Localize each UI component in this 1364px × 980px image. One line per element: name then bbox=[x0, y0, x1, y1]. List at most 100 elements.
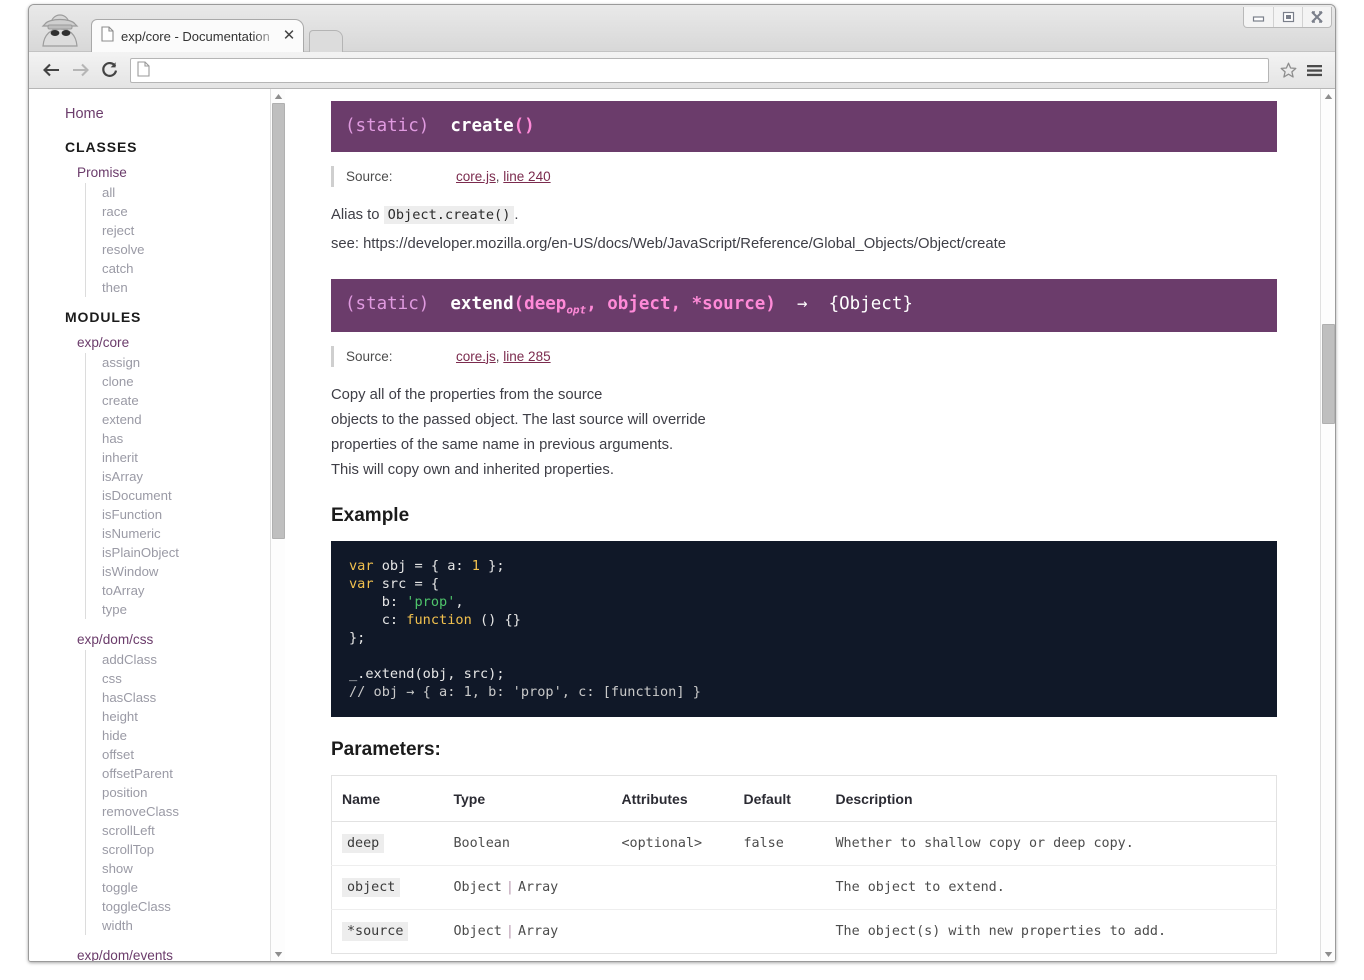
param-type-cell: Object | Array bbox=[443, 865, 612, 910]
sidebar-item-resolve[interactable]: resolve bbox=[86, 240, 279, 259]
sidebar-item-assign[interactable]: assign bbox=[86, 353, 279, 372]
param-type-primary: Boolean bbox=[453, 835, 510, 851]
back-button[interactable] bbox=[37, 56, 66, 84]
param-description-cell: The object(s) with new properties to add… bbox=[835, 923, 1167, 939]
extend-source-file-link[interactable]: core.js bbox=[456, 349, 496, 364]
sidebar-item-clone[interactable]: clone bbox=[86, 372, 279, 391]
create-alias-prefix: Alias to bbox=[331, 207, 380, 223]
sidebar-item-scrollleft[interactable]: scrollLeft bbox=[86, 821, 279, 840]
bookmark-star-icon[interactable] bbox=[1275, 57, 1301, 83]
create-source-label: Source: bbox=[346, 169, 393, 184]
sidebar-scroll-up-icon[interactable] bbox=[271, 89, 285, 103]
sidebar-item-toggleclass[interactable]: toggleClass bbox=[86, 897, 279, 916]
list-item: catch bbox=[86, 259, 279, 278]
tab-close-icon[interactable]: ✕ bbox=[281, 28, 297, 44]
sidebar-item-toarray[interactable]: toArray bbox=[86, 581, 279, 600]
list-item: isPlainObject bbox=[86, 543, 279, 562]
sidebar-item-isarray[interactable]: isArray bbox=[86, 467, 279, 486]
sidebar-item-home[interactable]: Home bbox=[65, 106, 104, 122]
description-line: properties of the same name in previous … bbox=[331, 436, 674, 453]
list-item: all bbox=[86, 183, 279, 202]
list-item: position bbox=[86, 783, 279, 802]
list-item: isDocument bbox=[86, 486, 279, 505]
sidebar-group-title-exp-core[interactable]: exp/core bbox=[77, 335, 129, 350]
parameters-table: Name Type Attributes Default Description dee… bbox=[331, 774, 1277, 954]
create-source-line-link[interactable]: line 240 bbox=[503, 169, 550, 184]
sidebar-item-toggle[interactable]: toggle bbox=[86, 878, 279, 897]
param-description-cell: The object to extend. bbox=[825, 865, 1277, 910]
create-alias-paragraph: Alias to Object.create(). bbox=[331, 203, 1277, 228]
sidebar-group-title-Promise[interactable]: Promise bbox=[77, 165, 127, 180]
extend-source-line-link[interactable]: line 285 bbox=[503, 349, 550, 364]
extend-function-name: extend bbox=[450, 294, 514, 314]
example-code-block: var obj = { a: 1 }; var src = { b: 'prop… bbox=[331, 540, 1277, 717]
page-scroll-thumb[interactable] bbox=[1322, 324, 1335, 424]
create-source-file-link[interactable]: core.js bbox=[456, 169, 496, 184]
sidebar-item-scrolltop[interactable]: scrollTop bbox=[86, 840, 279, 859]
hamburger-menu-icon[interactable] bbox=[1301, 57, 1327, 83]
sidebar-item-extend[interactable]: extend bbox=[86, 410, 279, 429]
page-scroll-down-icon[interactable] bbox=[1321, 947, 1335, 961]
parameters-table-body: deep Boolean <optional> false Whether to sha… bbox=[331, 821, 1277, 953]
list-item: height bbox=[86, 707, 279, 726]
minimize-button[interactable] bbox=[1244, 7, 1273, 27]
sidebar-item-removeclass[interactable]: removeClass bbox=[86, 802, 279, 821]
param-type-secondary: Array bbox=[517, 879, 559, 895]
address-bar[interactable] bbox=[130, 57, 1269, 83]
sidebar-item-race[interactable]: race bbox=[86, 202, 279, 221]
param-default-cell bbox=[734, 909, 826, 953]
extend-param-object: object bbox=[607, 294, 671, 314]
list-item: then bbox=[86, 278, 279, 297]
sidebar-scroll-down-icon[interactable] bbox=[271, 947, 285, 961]
sidebar-scroll-thumb[interactable] bbox=[272, 103, 285, 539]
list-item: toggle bbox=[86, 878, 279, 897]
maximize-button[interactable] bbox=[1273, 7, 1302, 27]
extend-comma-1: , bbox=[586, 294, 608, 314]
sidebar-heading-classes: CLASSES bbox=[65, 139, 138, 155]
sidebar-item-has[interactable]: has bbox=[86, 429, 279, 448]
sidebar-item-catch[interactable]: catch bbox=[86, 259, 279, 278]
list-item: isArray bbox=[86, 467, 279, 486]
close-button[interactable] bbox=[1302, 7, 1331, 27]
sidebar-item-hide[interactable]: hide bbox=[86, 726, 279, 745]
forward-button[interactable] bbox=[66, 56, 95, 84]
sidebar-item-create[interactable]: create bbox=[86, 391, 279, 410]
sidebar-item-isfunction[interactable]: isFunction bbox=[86, 505, 279, 524]
new-tab-button[interactable] bbox=[309, 30, 343, 52]
page-scroll-up-icon[interactable] bbox=[1321, 89, 1335, 103]
sidebar-item-isdocument[interactable]: isDocument bbox=[86, 486, 279, 505]
sidebar-item-isplainobject[interactable]: isPlainObject bbox=[86, 543, 279, 562]
reload-button[interactable] bbox=[95, 56, 124, 84]
sidebar-item-height[interactable]: height bbox=[86, 707, 279, 726]
extend-open-paren: ( bbox=[513, 294, 525, 314]
sidebar-item-css[interactable]: css bbox=[86, 669, 279, 688]
list-item: type bbox=[86, 600, 279, 619]
sidebar-item-isnumeric[interactable]: isNumeric bbox=[86, 524, 279, 543]
browser-toolbar bbox=[29, 52, 1335, 89]
param-type-primary: Object bbox=[453, 923, 502, 939]
sidebar-item-offsetparent[interactable]: offsetParent bbox=[86, 764, 279, 783]
sidebar-item-reject[interactable]: reject bbox=[86, 221, 279, 240]
sidebar-item-type[interactable]: type bbox=[86, 600, 279, 619]
browser-tab[interactable]: exp/core - Documentation ✕ bbox=[91, 19, 304, 52]
list-item: offset bbox=[86, 745, 279, 764]
incognito-avatar-icon[interactable] bbox=[35, 10, 85, 50]
sidebar-item-show[interactable]: show bbox=[86, 859, 279, 878]
sidebar-scrollbar[interactable] bbox=[270, 89, 285, 961]
sidebar-item-offset[interactable]: offset bbox=[86, 745, 279, 764]
sidebar-item-hasclass[interactable]: hasClass bbox=[86, 688, 279, 707]
sidebar-item-addclass[interactable]: addClass bbox=[86, 650, 279, 669]
sidebar-item-all[interactable]: all bbox=[86, 183, 279, 202]
page-scrollbar[interactable] bbox=[1320, 89, 1335, 961]
create-source-line: Source: core.js, line 240 bbox=[331, 166, 1277, 187]
sidebar-group-title-exp-dom-css[interactable]: exp/dom/css bbox=[77, 632, 153, 647]
sidebar-group: Promise all race reject resolve catch then bbox=[65, 164, 279, 297]
sidebar-item-then[interactable]: then bbox=[86, 278, 279, 297]
sidebar-item-iswindow[interactable]: isWindow bbox=[86, 562, 279, 581]
sidebar-item-position[interactable]: position bbox=[86, 783, 279, 802]
sidebar-item-inherit[interactable]: inherit bbox=[86, 448, 279, 467]
sidebar-item-width[interactable]: width bbox=[86, 916, 279, 935]
sidebar-group-title-exp-dom-events[interactable]: exp/dom/events bbox=[77, 948, 173, 961]
extend-param-deep: deep bbox=[524, 294, 567, 314]
description-line: Copy all of the properties from the sour… bbox=[331, 386, 603, 403]
